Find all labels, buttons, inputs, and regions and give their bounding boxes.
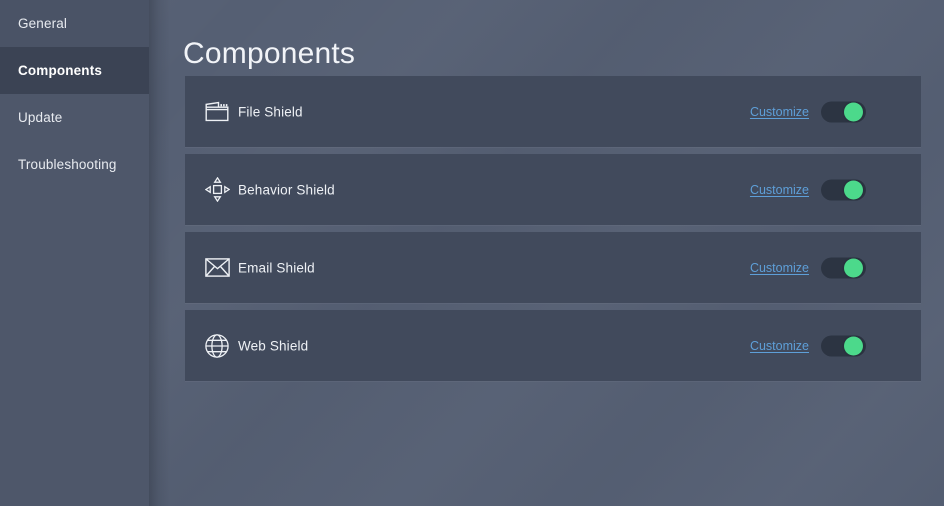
sidebar-item-label: Troubleshooting [18,157,117,172]
envelope-icon [204,255,230,281]
toggle-knob [844,180,863,199]
component-row-behavior-shield[interactable]: Behavior Shield Customize [185,154,921,226]
toggle-knob [844,258,863,277]
globe-icon [204,333,230,359]
component-label: Behavior Shield [238,182,335,197]
app-window: General Components Update Troubleshootin… [0,0,944,506]
component-toggle[interactable] [821,335,866,356]
component-toggle[interactable] [821,101,866,122]
sidebar-item-label: General [18,16,68,31]
customize-link[interactable]: Customize [750,261,809,275]
page-title: Components [183,37,356,71]
sidebar-item-general[interactable]: General [0,0,149,47]
sidebar-item-update[interactable]: Update [0,94,149,141]
component-toggle[interactable] [821,179,866,200]
customize-link[interactable]: Customize [750,105,809,119]
sidebar-item-label: Update [18,110,63,125]
move-arrows-icon [204,177,230,203]
component-row-file-shield[interactable]: File Shield Customize [185,76,921,148]
component-label: File Shield [238,104,303,119]
sidebar-item-components[interactable]: Components [0,47,149,94]
customize-link[interactable]: Customize [750,339,809,353]
window-file-icon [204,99,230,125]
components-list: File Shield Customize Behavior Shield Cu… [185,76,921,388]
component-row-web-shield[interactable]: Web Shield Customize [185,310,921,382]
sidebar-item-troubleshooting[interactable]: Troubleshooting [0,141,149,188]
component-row-email-shield[interactable]: Email Shield Customize [185,232,921,304]
main-content: Components File Shield Customize Behavio… [149,0,944,506]
toggle-knob [844,102,863,121]
component-label: Email Shield [238,260,315,275]
component-toggle[interactable] [821,257,866,278]
toggle-knob [844,336,863,355]
customize-link[interactable]: Customize [750,183,809,197]
component-label: Web Shield [238,338,309,353]
sidebar-item-label: Components [18,63,102,78]
sidebar: General Components Update Troubleshootin… [0,0,149,506]
